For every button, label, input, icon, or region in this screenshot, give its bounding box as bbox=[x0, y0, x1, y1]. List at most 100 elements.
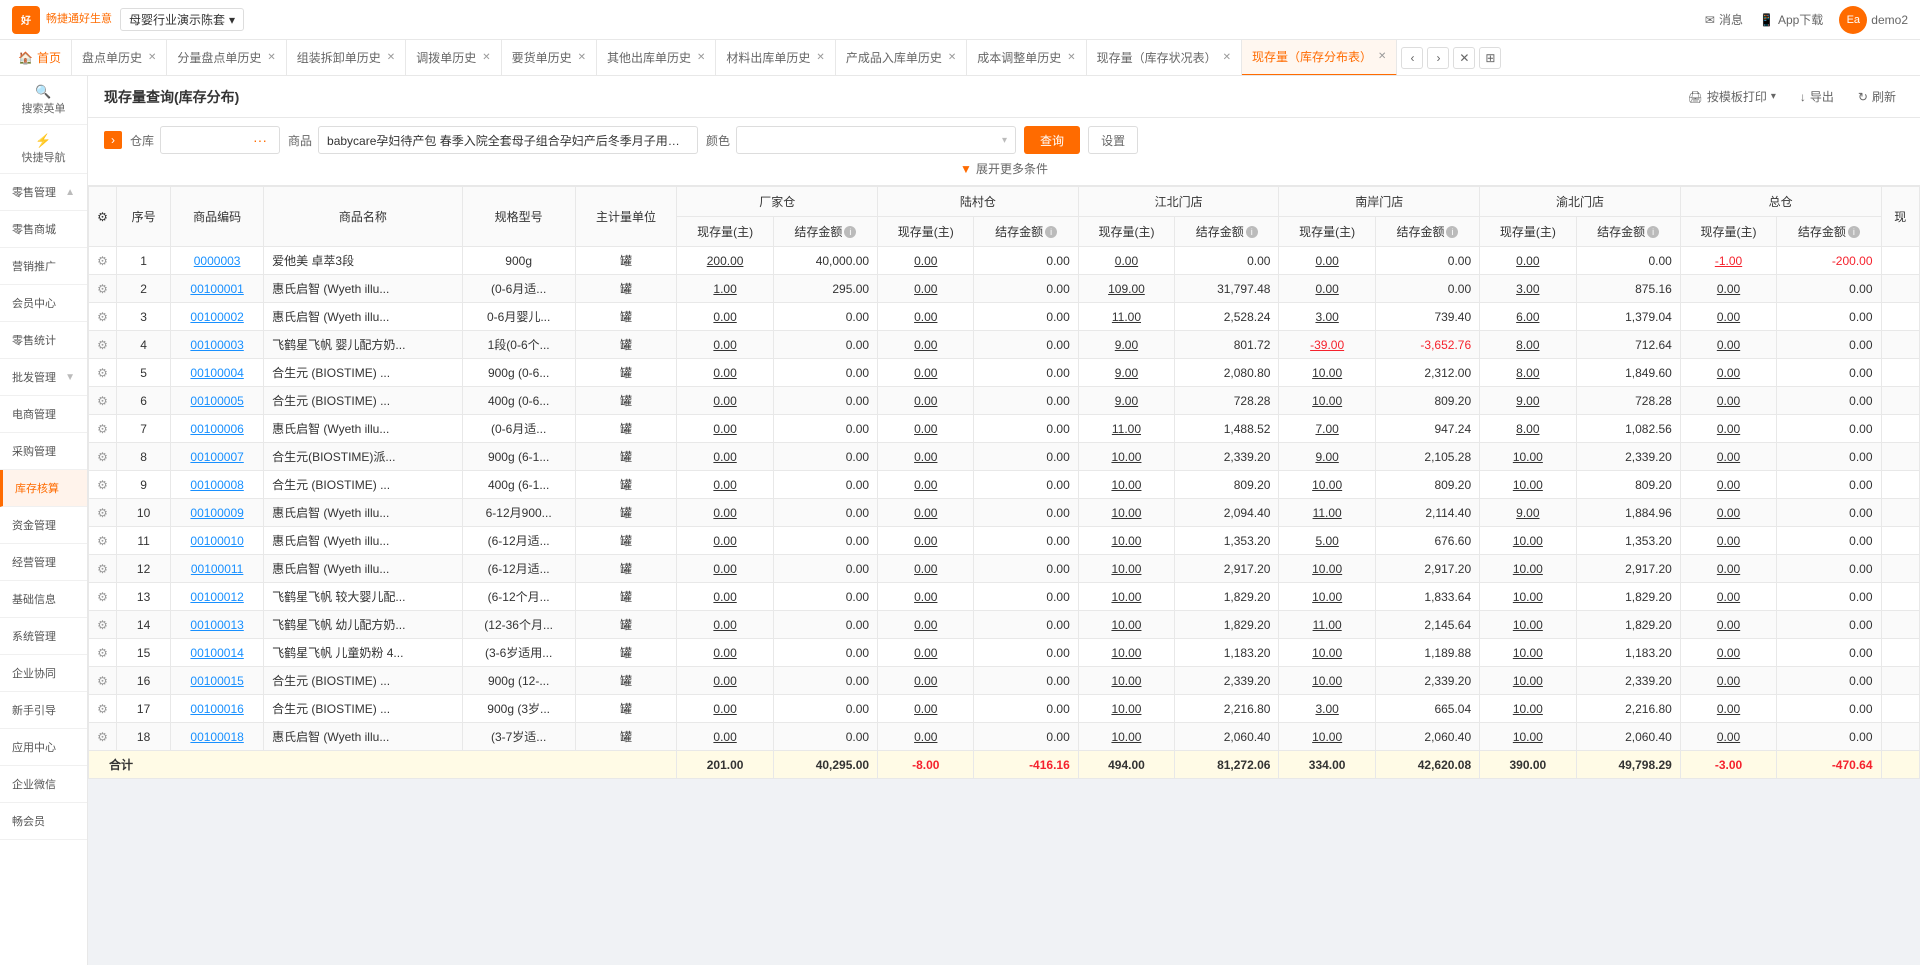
cell-yubeimen-stock[interactable]: 10.00 bbox=[1480, 527, 1576, 555]
cell-jiangbei-stock[interactable]: 10.00 bbox=[1078, 723, 1174, 751]
cell-village-stock[interactable]: 0.00 bbox=[878, 723, 974, 751]
tab-close-cost-adjust[interactable]: ✕ bbox=[1067, 52, 1075, 63]
factory-amount-info-icon[interactable]: i bbox=[844, 226, 856, 238]
cell-jiangbei-stock[interactable]: 10.00 bbox=[1078, 527, 1174, 555]
warehouse-dots-icon[interactable]: ··· bbox=[249, 132, 271, 148]
cell-settings[interactable]: ⚙ bbox=[89, 471, 117, 499]
cell-village-stock[interactable]: 0.00 bbox=[878, 275, 974, 303]
cell-village-stock[interactable]: 0.00 bbox=[878, 583, 974, 611]
cell-code[interactable]: 00100001 bbox=[171, 275, 264, 303]
cell-settings[interactable]: ⚙ bbox=[89, 667, 117, 695]
cell-village-stock[interactable]: 0.00 bbox=[878, 415, 974, 443]
cell-jiangbei-stock[interactable]: 10.00 bbox=[1078, 443, 1174, 471]
cell-code[interactable]: 00100013 bbox=[171, 611, 264, 639]
sidebar-search[interactable]: 🔍 搜索英单 bbox=[0, 76, 87, 125]
color-input[interactable]: ▾ bbox=[736, 126, 1016, 154]
cell-village-stock[interactable]: 0.00 bbox=[878, 387, 974, 415]
cell-factory-stock[interactable]: 0.00 bbox=[677, 611, 773, 639]
cell-settings[interactable]: ⚙ bbox=[89, 611, 117, 639]
tab-close-material-out[interactable]: ✕ bbox=[816, 52, 824, 63]
tab-expand-btn[interactable]: ⊞ bbox=[1479, 47, 1501, 69]
cell-factory-stock[interactable]: 0.00 bbox=[677, 359, 773, 387]
cell-jiangbei-stock[interactable]: 0.00 bbox=[1078, 247, 1174, 275]
cell-total-stock[interactable]: 0.00 bbox=[1680, 527, 1776, 555]
sidebar-item-purchase[interactable]: 采购管理 bbox=[0, 433, 87, 470]
cell-factory-stock[interactable]: 0.00 bbox=[677, 695, 773, 723]
cell-total-stock[interactable]: 0.00 bbox=[1680, 555, 1776, 583]
cell-jiangbei-stock[interactable]: 10.00 bbox=[1078, 611, 1174, 639]
cell-yubeimen-stock[interactable]: 8.00 bbox=[1480, 415, 1576, 443]
cell-jiangbei-stock[interactable]: 10.00 bbox=[1078, 667, 1174, 695]
cell-village-stock[interactable]: 0.00 bbox=[878, 555, 974, 583]
cell-settings[interactable]: ⚙ bbox=[89, 387, 117, 415]
cell-code[interactable]: 00100018 bbox=[171, 723, 264, 751]
cell-yubeimen-stock[interactable]: 6.00 bbox=[1480, 303, 1576, 331]
th-settings[interactable]: ⚙ bbox=[89, 187, 117, 247]
cell-code[interactable]: 00100012 bbox=[171, 583, 264, 611]
cell-factory-stock[interactable]: 0.00 bbox=[677, 387, 773, 415]
cell-village-stock[interactable]: 0.00 bbox=[878, 639, 974, 667]
cell-settings[interactable]: ⚙ bbox=[89, 639, 117, 667]
cell-jiangbei-stock[interactable]: 9.00 bbox=[1078, 331, 1174, 359]
cell-yubeimen-stock[interactable]: 10.00 bbox=[1480, 555, 1576, 583]
cell-yubeimen-stock[interactable]: 10.00 bbox=[1480, 583, 1576, 611]
village-amount-info-icon[interactable]: i bbox=[1045, 226, 1057, 238]
sidebar-item-enterprise[interactable]: 企业协同 bbox=[0, 655, 87, 692]
cell-nanan-stock[interactable]: 10.00 bbox=[1279, 359, 1375, 387]
nanan-amount-info-icon[interactable]: i bbox=[1446, 226, 1458, 238]
cell-nanan-stock[interactable]: 3.00 bbox=[1279, 695, 1375, 723]
cell-jiangbei-stock[interactable]: 10.00 bbox=[1078, 499, 1174, 527]
cell-jiangbei-stock[interactable]: 10.00 bbox=[1078, 639, 1174, 667]
cell-settings[interactable]: ⚙ bbox=[89, 723, 117, 751]
tab-stock-dist[interactable]: 现存量（库存分布表） ✕ bbox=[1242, 40, 1397, 76]
cell-code[interactable]: 00100003 bbox=[171, 331, 264, 359]
cell-nanan-stock[interactable]: 10.00 bbox=[1279, 667, 1375, 695]
cell-factory-stock[interactable]: 200.00 bbox=[677, 247, 773, 275]
cell-nanan-stock[interactable]: 9.00 bbox=[1279, 443, 1375, 471]
cell-total-stock[interactable]: 0.00 bbox=[1680, 583, 1776, 611]
tab-cost-adjust[interactable]: 成本调整单历史 ✕ bbox=[967, 40, 1086, 76]
tab-close-requisition[interactable]: ✕ bbox=[578, 52, 586, 63]
cell-village-stock[interactable]: 0.00 bbox=[878, 499, 974, 527]
cell-code[interactable]: 00100007 bbox=[171, 443, 264, 471]
cell-code[interactable]: 00100004 bbox=[171, 359, 264, 387]
cell-settings[interactable]: ⚙ bbox=[89, 499, 117, 527]
cell-total-stock[interactable]: 0.00 bbox=[1680, 331, 1776, 359]
tab-close-inventory-check[interactable]: ✕ bbox=[148, 52, 156, 63]
cell-settings[interactable]: ⚙ bbox=[89, 331, 117, 359]
cell-settings[interactable]: ⚙ bbox=[89, 275, 117, 303]
yubeimen-amount-info-icon[interactable]: i bbox=[1647, 226, 1659, 238]
cell-yubeimen-stock[interactable]: 0.00 bbox=[1480, 247, 1576, 275]
cell-jiangbei-stock[interactable]: 10.00 bbox=[1078, 695, 1174, 723]
warehouse-input[interactable]: ··· bbox=[160, 126, 280, 154]
tab-close-transfer[interactable]: ✕ bbox=[482, 52, 490, 63]
cell-jiangbei-stock[interactable]: 109.00 bbox=[1078, 275, 1174, 303]
cell-total-stock[interactable]: 0.00 bbox=[1680, 415, 1776, 443]
cell-total-stock[interactable]: 0.00 bbox=[1680, 723, 1776, 751]
tab-close-split-check[interactable]: ✕ bbox=[267, 52, 275, 63]
sidebar-item-wechat[interactable]: 企业微信 bbox=[0, 766, 87, 803]
sidebar-item-finance[interactable]: 资金管理 bbox=[0, 507, 87, 544]
cell-factory-stock[interactable]: 0.00 bbox=[677, 499, 773, 527]
cell-code[interactable]: 00100005 bbox=[171, 387, 264, 415]
cell-factory-stock[interactable]: 0.00 bbox=[677, 583, 773, 611]
tab-split-check[interactable]: 分量盘点单历史 ✕ bbox=[167, 40, 286, 76]
cell-code[interactable]: 00100011 bbox=[171, 555, 264, 583]
cell-code[interactable]: 00100009 bbox=[171, 499, 264, 527]
expand-conditions-btn[interactable]: ▼ 展开更多条件 bbox=[104, 160, 1904, 177]
tab-close-assemble[interactable]: ✕ bbox=[387, 52, 395, 63]
cell-nanan-stock[interactable]: 11.00 bbox=[1279, 611, 1375, 639]
cell-settings[interactable]: ⚙ bbox=[89, 415, 117, 443]
cell-village-stock[interactable]: 0.00 bbox=[878, 443, 974, 471]
cell-jiangbei-stock[interactable]: 9.00 bbox=[1078, 359, 1174, 387]
app-download-btn[interactable]: 📱 App下载 bbox=[1759, 11, 1823, 28]
cell-nanan-stock[interactable]: 10.00 bbox=[1279, 555, 1375, 583]
cell-code[interactable]: 00100016 bbox=[171, 695, 264, 723]
cell-factory-stock[interactable]: 0.00 bbox=[677, 723, 773, 751]
tab-close-all-btn[interactable]: ✕ bbox=[1453, 47, 1475, 69]
cell-factory-stock[interactable]: 0.00 bbox=[677, 331, 773, 359]
cell-total-stock[interactable]: 0.00 bbox=[1680, 499, 1776, 527]
sidebar-item-apps[interactable]: 应用中心 bbox=[0, 729, 87, 766]
sidebar-item-basic[interactable]: 基础信息 bbox=[0, 581, 87, 618]
cell-settings[interactable]: ⚙ bbox=[89, 695, 117, 723]
